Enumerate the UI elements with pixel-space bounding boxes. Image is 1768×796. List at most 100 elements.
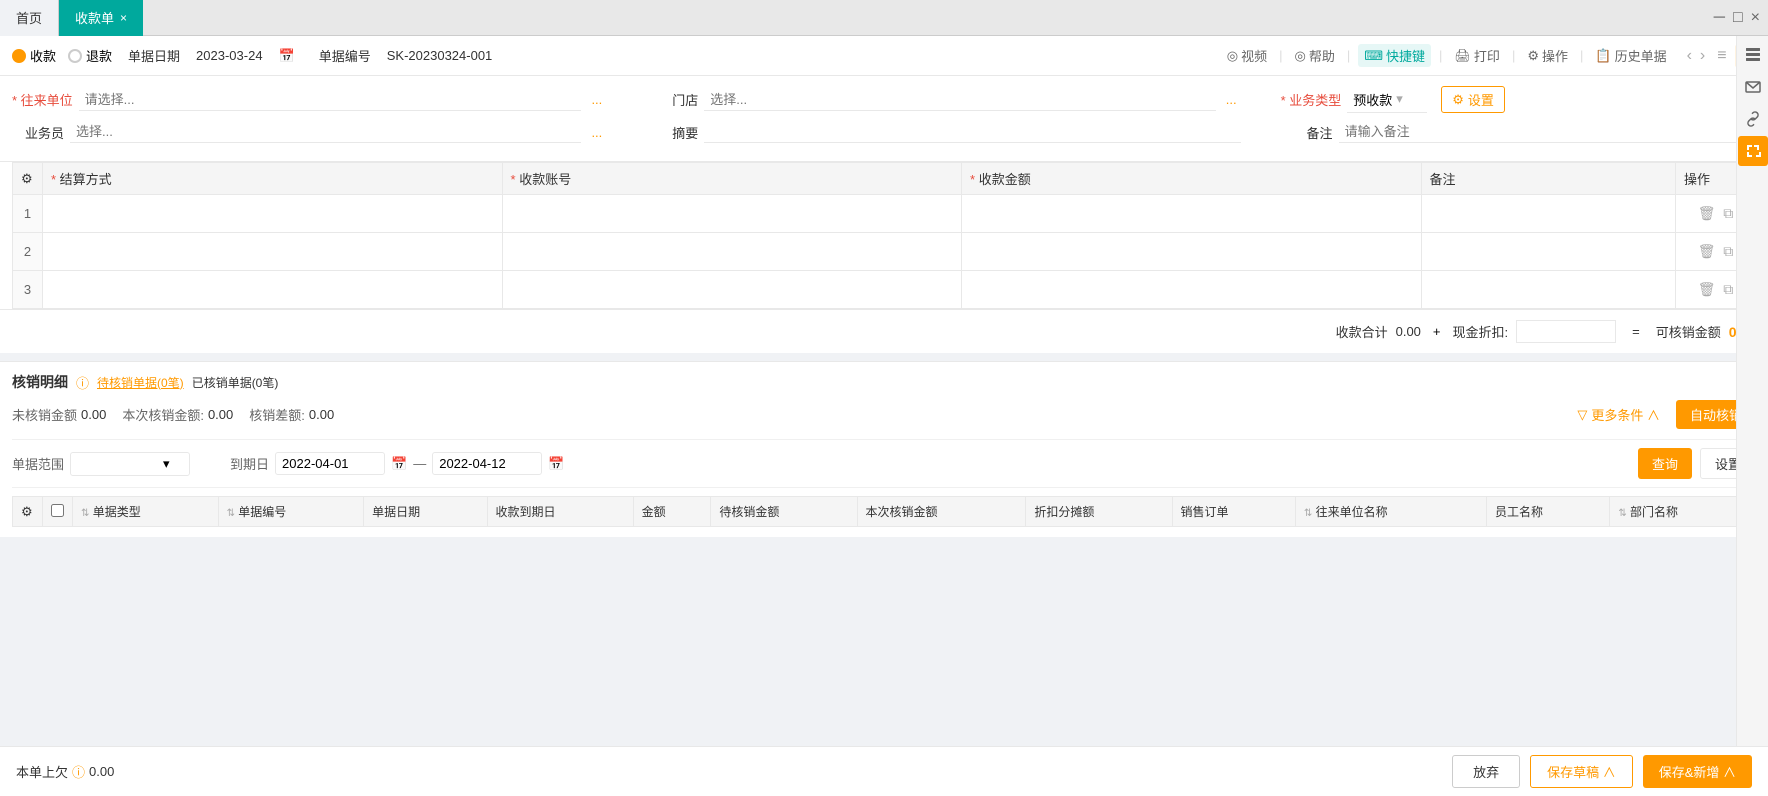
- save-draft-button[interactable]: 保存草稿 ∧: [1530, 755, 1633, 788]
- row3-account[interactable]: [502, 271, 962, 309]
- row3-delete-icon[interactable]: 🗑: [1698, 281, 1716, 297]
- minimize-button[interactable]: ─: [1714, 9, 1725, 27]
- row2-amount[interactable]: [962, 233, 1422, 271]
- close-button[interactable]: ×: [1751, 9, 1760, 27]
- summary-input[interactable]: [704, 121, 1240, 143]
- help-button[interactable]: ◎ 帮助: [1290, 44, 1338, 67]
- store-more-icon[interactable]: ...: [1222, 92, 1241, 107]
- tab-close-icon[interactable]: ×: [120, 11, 127, 25]
- table-settings-icon[interactable]: ⚙: [21, 171, 33, 186]
- nav-prev-icon[interactable]: ‹: [1687, 47, 1692, 65]
- partner-input[interactable]: [79, 89, 582, 111]
- verification-section: 核销明细 ⓘ 待核销单据(0笔) 已核销单据(0笔) 未核销金额 0.00 本次…: [0, 361, 1768, 537]
- summary-row: 收款合计 0.00 + 现金折扣: = 可核销金额 0.00: [0, 309, 1768, 353]
- right-sidebar: [1736, 36, 1768, 756]
- bottom-bar: 本单上欠 ⓘ 0.00 放弃 保存草稿 ∧ 保存&新增 ∧: [0, 746, 1768, 796]
- row3-remark[interactable]: [1421, 271, 1675, 309]
- done-tab-link[interactable]: 已核销单据(0笔): [192, 374, 279, 391]
- current-value: 0.00: [208, 407, 233, 422]
- row2-delete-icon[interactable]: 🗑: [1698, 243, 1716, 259]
- sort-icon3[interactable]: ⇅: [1304, 508, 1312, 519]
- row1-settle[interactable]: [43, 195, 503, 233]
- discount-input[interactable]: [1516, 320, 1616, 343]
- salesman-more-icon[interactable]: ...: [587, 125, 606, 140]
- settings-button[interactable]: ⚙ 设置: [1441, 86, 1505, 113]
- store-input[interactable]: [704, 89, 1215, 111]
- date-to-input[interactable]: [432, 452, 542, 475]
- more-conditions-btn[interactable]: ▽ 更多条件 ∧: [1577, 405, 1660, 424]
- maximize-button[interactable]: □: [1733, 9, 1743, 27]
- radio-refund[interactable]: 退款: [68, 46, 112, 65]
- biz-type-select[interactable]: 预收款 ▾: [1347, 87, 1427, 113]
- print-button[interactable]: 🖨 打印: [1450, 44, 1504, 67]
- store-label: 门店: [646, 90, 698, 109]
- row1-delete-icon[interactable]: 🗑: [1698, 205, 1716, 221]
- row3-copy-icon[interactable]: ⧉: [1723, 281, 1733, 297]
- salesman-input[interactable]: [70, 121, 581, 143]
- row3-amount[interactable]: [962, 271, 1422, 309]
- date-to-calendar-icon[interactable]: 📅: [548, 456, 564, 472]
- tab-home[interactable]: 首页: [0, 0, 59, 36]
- history-button[interactable]: 📋 历史单据: [1591, 44, 1670, 67]
- video-button[interactable]: ◎ 视频: [1223, 44, 1271, 67]
- partner-more-icon[interactable]: ...: [587, 92, 606, 107]
- sort-icon2[interactable]: ⇅: [227, 508, 235, 519]
- save-draft-label: 保存草稿 ∧: [1547, 762, 1616, 781]
- bth-current: 本次核销金额: [857, 497, 1026, 527]
- sort-icon[interactable]: ⇅: [81, 508, 89, 519]
- select-all-checkbox[interactable]: [51, 504, 64, 517]
- row1-copy-icon[interactable]: ⧉: [1723, 205, 1733, 221]
- row2-copy-icon[interactable]: ⧉: [1723, 243, 1733, 259]
- view-toggle-icon[interactable]: ≡: [1717, 47, 1726, 65]
- pending-tab-link[interactable]: 待核销单据(0笔): [97, 374, 184, 391]
- tab-active[interactable]: 收款单 ×: [59, 0, 143, 36]
- bottom-actions: 放弃 保存草稿 ∧ 保存&新增 ∧: [1452, 755, 1752, 788]
- bth-settings[interactable]: ⚙: [13, 497, 43, 527]
- save-new-label: 保存&新增 ∧: [1659, 762, 1736, 781]
- tab-bar-right: ─ □ ×: [1714, 9, 1768, 27]
- query-button[interactable]: 查询: [1638, 448, 1692, 479]
- remark-input[interactable]: [1339, 121, 1756, 143]
- print-icon: 🖨: [1454, 48, 1471, 64]
- diff-value: 0.00: [309, 407, 334, 422]
- form-row-1: * 往来单位 ... 门店 ... * 业务类型 预收款 ▾ ⚙ 设置: [12, 86, 1756, 113]
- date-from-calendar-icon[interactable]: 📅: [391, 456, 407, 472]
- abandon-button[interactable]: 放弃: [1452, 755, 1520, 788]
- sidebar-mail-icon[interactable]: [1738, 72, 1768, 102]
- row2-remark[interactable]: [1421, 233, 1675, 271]
- calendar-icon[interactable]: 📅: [279, 48, 295, 64]
- info-icon[interactable]: ⓘ: [76, 373, 89, 392]
- row1-remark[interactable]: [1421, 195, 1675, 233]
- date-from-input[interactable]: [275, 452, 385, 475]
- table-section: ⚙ * 结算方式 * 收款账号 * 收款金额 备注 操作 1 🗑 ⧉: [0, 162, 1768, 309]
- biz-type-value: 预收款: [1353, 90, 1392, 109]
- sidebar-link-icon[interactable]: [1738, 104, 1768, 134]
- th-settings[interactable]: ⚙: [13, 163, 43, 195]
- btable-settings-icon[interactable]: ⚙: [21, 504, 33, 519]
- save-new-button[interactable]: 保存&新增 ∧: [1643, 755, 1752, 788]
- history-icon: 📋: [1595, 48, 1611, 64]
- sidebar-expand-icon[interactable]: [1738, 136, 1768, 166]
- doc-no-value: SK-20230324-001: [387, 48, 493, 63]
- summary-label: 摘要: [646, 123, 698, 142]
- operation-button[interactable]: ⚙ 操作: [1523, 44, 1572, 67]
- range-label: 单据范围: [12, 454, 64, 473]
- row1-account[interactable]: [502, 195, 962, 233]
- row3-settle[interactable]: [43, 271, 503, 309]
- sort-icon4[interactable]: ⇅: [1618, 508, 1626, 519]
- keyboard-icon: ⌨: [1364, 48, 1383, 64]
- sidebar-table-icon[interactable]: [1738, 40, 1768, 70]
- th-remark: 备注: [1421, 163, 1675, 195]
- doc-no-label: 单据编号: [319, 46, 371, 65]
- row2-settle[interactable]: [43, 233, 503, 271]
- radio-receive[interactable]: 收款: [12, 46, 56, 65]
- row2-account[interactable]: [502, 233, 962, 271]
- range-select[interactable]: ▾: [70, 452, 190, 476]
- filter-row: 单据范围 ▾ 到期日 📅 — 📅 查询 设置: [12, 439, 1756, 488]
- total-value: 0.00: [1396, 324, 1421, 339]
- row1-amount[interactable]: [962, 195, 1422, 233]
- bth-doc-type: ⇅ 单据类型: [73, 497, 219, 527]
- nav-next-icon[interactable]: ›: [1700, 47, 1705, 65]
- shortcut-button[interactable]: ⌨ 快捷键: [1358, 44, 1431, 67]
- bth-dept: ⇅ 部门名称: [1610, 497, 1756, 527]
